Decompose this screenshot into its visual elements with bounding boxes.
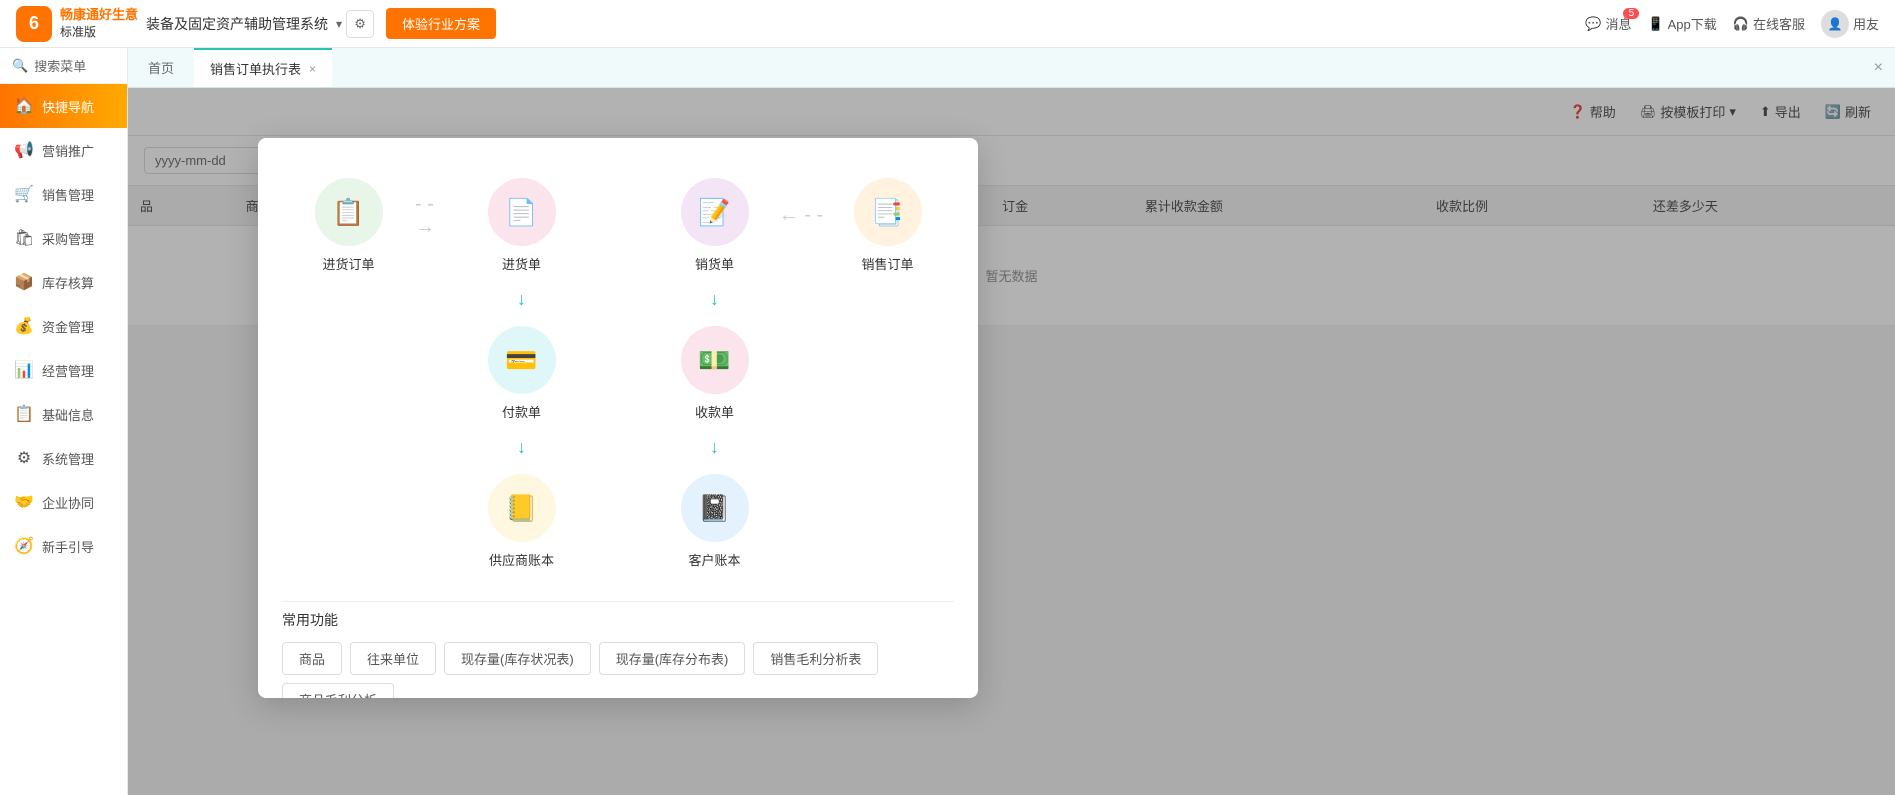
supplier-ledger-label: 供应商账本 bbox=[489, 550, 554, 569]
sidebar-nav: 🏠 快捷导航 📢 营销推广 🛒 销售管理 🛍 采购管理 📦 库存核 bbox=[0, 84, 127, 795]
modal-overlay[interactable]: 📋 进货订单 - - → 📄 进货单 📝 销货单 bbox=[128, 88, 1895, 795]
tab-sales-order[interactable]: 销售订单执行表 × bbox=[194, 48, 332, 87]
system-icon: ⚙ bbox=[14, 448, 34, 468]
customer-ledger-node[interactable]: 📓 客户账本 bbox=[673, 458, 757, 585]
purchase-order-icon: 📋 bbox=[315, 178, 383, 246]
sidebar-item-finance[interactable]: 💰 资金管理 bbox=[0, 304, 127, 348]
top-right-actions: 💬 消息 5 📱 App下载 🎧 在线客服 👤 用友 bbox=[1585, 10, 1879, 38]
experience-button[interactable]: 体验行业方案 bbox=[386, 8, 496, 39]
sidebar-item-operation[interactable]: 📊 经营管理 bbox=[0, 348, 127, 392]
message-button[interactable]: 💬 消息 5 bbox=[1585, 14, 1631, 33]
app-download-button[interactable]: 📱 App下载 bbox=[1647, 14, 1716, 33]
customer-ledger-icon: 📓 bbox=[681, 474, 749, 542]
system-name: 装备及固定资产辅助管理系统 bbox=[146, 14, 328, 34]
gear-button[interactable]: ⚙ bbox=[346, 10, 374, 38]
system-dropdown-arrow[interactable]: ▾ bbox=[336, 17, 342, 31]
sale-bill-label: 销货单 bbox=[695, 254, 734, 273]
sidebar-item-quick-nav[interactable]: 🏠 快捷导航 bbox=[0, 84, 127, 128]
payment-bill-icon: 💳 bbox=[488, 326, 556, 394]
content-area: 首页 销售订单执行表 × × ❓ 帮助 bbox=[128, 48, 1895, 795]
receipt-bill-icon: 💵 bbox=[681, 326, 749, 394]
sale-order-icon: 📑 bbox=[854, 178, 922, 246]
operation-icon: 📊 bbox=[14, 360, 34, 380]
user-menu[interactable]: 👤 用友 bbox=[1821, 10, 1879, 38]
purchase-order-label: 进货订单 bbox=[322, 254, 374, 273]
purchase-order-node[interactable]: 📋 进货订单 bbox=[307, 162, 391, 289]
sidebar-item-marketing[interactable]: 📢 营销推广 bbox=[0, 128, 127, 172]
purchase-bill-node[interactable]: 📄 进货单 bbox=[480, 162, 564, 289]
tab-close-button[interactable]: × bbox=[309, 62, 316, 76]
common-functions: 常用功能 商品 往来单位 现存量(库存状况表) 现存量(库存分布表) 销售毛利分… bbox=[282, 610, 954, 698]
avatar: 👤 bbox=[1821, 10, 1849, 38]
tab-home[interactable]: 首页 bbox=[128, 48, 194, 87]
app-wrapper: 6 畅康通好生意 标准版 装备及固定资产辅助管理系统 ▾ ⚙ 体验行业方案 💬 … bbox=[0, 0, 1895, 795]
sidebar-item-system[interactable]: ⚙ 系统管理 bbox=[0, 436, 127, 480]
basic-icon: 📋 bbox=[14, 404, 34, 424]
receipt-bill-node[interactable]: 💵 收款单 bbox=[673, 310, 757, 437]
purchase-icon: 🛍 bbox=[14, 228, 34, 248]
sales-icon: 🛒 bbox=[14, 184, 34, 204]
sale-order-label: 销售订单 bbox=[861, 254, 913, 273]
payment-bill-label: 付款单 bbox=[502, 402, 541, 421]
sidebar-item-guide[interactable]: 🧭 新手引导 bbox=[0, 524, 127, 568]
sidebar-item-corp[interactable]: 🤝 企业协同 bbox=[0, 480, 127, 524]
search-icon: 🔍 bbox=[12, 58, 28, 74]
arrow-sale-order-to-sale-bill: ← - - bbox=[779, 204, 823, 247]
sidebar: 🔍 搜索菜单 🏠 快捷导航 📢 营销推广 🛒 销售管理 🛍 bbox=[0, 48, 128, 795]
tab-bar: 首页 销售订单执行表 × × bbox=[128, 48, 1895, 88]
supplier-ledger-icon: 📒 bbox=[488, 474, 556, 542]
arrow-purchase-bill-to-payment: ↓ bbox=[517, 289, 526, 310]
common-title: 常用功能 bbox=[282, 610, 954, 630]
system-title: 装备及固定资产辅助管理系统 ▾ bbox=[146, 14, 342, 34]
customer-ledger-label: 客户账本 bbox=[688, 550, 740, 569]
message-icon: 💬 bbox=[1585, 16, 1601, 32]
top-bar: 6 畅康通好生意 标准版 装备及固定资产辅助管理系统 ▾ ⚙ 体验行业方案 💬 … bbox=[0, 0, 1895, 48]
guide-icon: 🧭 bbox=[14, 536, 34, 556]
arrow-purchase-order-to-purchase-bill: - - → bbox=[415, 193, 455, 259]
logo-icon: 6 bbox=[16, 6, 52, 42]
marketing-icon: 📢 bbox=[14, 140, 34, 160]
func-btn-product[interactable]: 商品 bbox=[282, 642, 342, 675]
purchase-bill-label: 进货单 bbox=[502, 254, 541, 273]
sale-bill-node[interactable]: 📝 销货单 bbox=[673, 162, 757, 289]
purchase-bill-icon: 📄 bbox=[488, 178, 556, 246]
message-badge: 5 bbox=[1623, 8, 1639, 19]
app-icon: 📱 bbox=[1647, 16, 1663, 32]
func-btn-stock-status[interactable]: 现存量(库存状况表) bbox=[444, 642, 591, 675]
quick-nav-icon: 🏠 bbox=[14, 96, 34, 116]
sale-order-node[interactable]: 📑 销售订单 bbox=[846, 162, 930, 289]
corp-icon: 🤝 bbox=[14, 492, 34, 512]
service-icon: 🎧 bbox=[1733, 16, 1749, 32]
divider bbox=[282, 601, 954, 602]
logo-text: 畅康通好生意 标准版 bbox=[60, 6, 138, 41]
arrow-payment-to-supplier-ledger: ↓ bbox=[517, 437, 526, 458]
sidebar-item-purchase[interactable]: 🛍 采购管理 bbox=[0, 216, 127, 260]
tab-close-all-button[interactable]: × bbox=[1862, 59, 1895, 77]
logo-area: 6 畅康通好生意 标准版 bbox=[16, 6, 138, 42]
receipt-bill-label: 收款单 bbox=[695, 402, 734, 421]
sale-bill-icon: 📝 bbox=[681, 178, 749, 246]
func-btn-counterpart[interactable]: 往来单位 bbox=[350, 642, 436, 675]
func-btn-stock-dist[interactable]: 现存量(库存分布表) bbox=[599, 642, 746, 675]
main-area: 🔍 搜索菜单 🏠 快捷导航 📢 营销推广 🛒 销售管理 🛍 bbox=[0, 48, 1895, 795]
sidebar-item-inventory[interactable]: 📦 库存核算 bbox=[0, 260, 127, 304]
arrow-receipt-to-customer-ledger: ↓ bbox=[710, 437, 719, 458]
sidebar-item-sales[interactable]: 🛒 销售管理 bbox=[0, 172, 127, 216]
content-main: ❓ 帮助 🖨 按模板打印 ▾ ⬆ 导出 🔄 bbox=[128, 88, 1895, 795]
sidebar-item-basic[interactable]: 📋 基础信息 bbox=[0, 392, 127, 436]
func-buttons: 商品 往来单位 现存量(库存状况表) 现存量(库存分布表) 销售毛利分析表 商品… bbox=[282, 642, 954, 698]
inventory-icon: 📦 bbox=[14, 272, 34, 292]
supplier-ledger-node[interactable]: 📒 供应商账本 bbox=[480, 458, 564, 585]
modal-box: 📋 进货订单 - - → 📄 进货单 📝 销货单 bbox=[258, 138, 978, 698]
search-menu[interactable]: 🔍 搜索菜单 bbox=[0, 48, 127, 84]
finance-icon: 💰 bbox=[14, 316, 34, 336]
func-btn-sales-profit[interactable]: 销售毛利分析表 bbox=[753, 642, 878, 675]
func-btn-product-profit[interactable]: 商品毛利分析 bbox=[282, 683, 394, 698]
arrow-sale-bill-to-receipt: ↓ bbox=[710, 289, 719, 310]
online-service-button[interactable]: 🎧 在线客服 bbox=[1733, 14, 1805, 33]
payment-bill-node[interactable]: 💳 付款单 bbox=[480, 310, 564, 437]
